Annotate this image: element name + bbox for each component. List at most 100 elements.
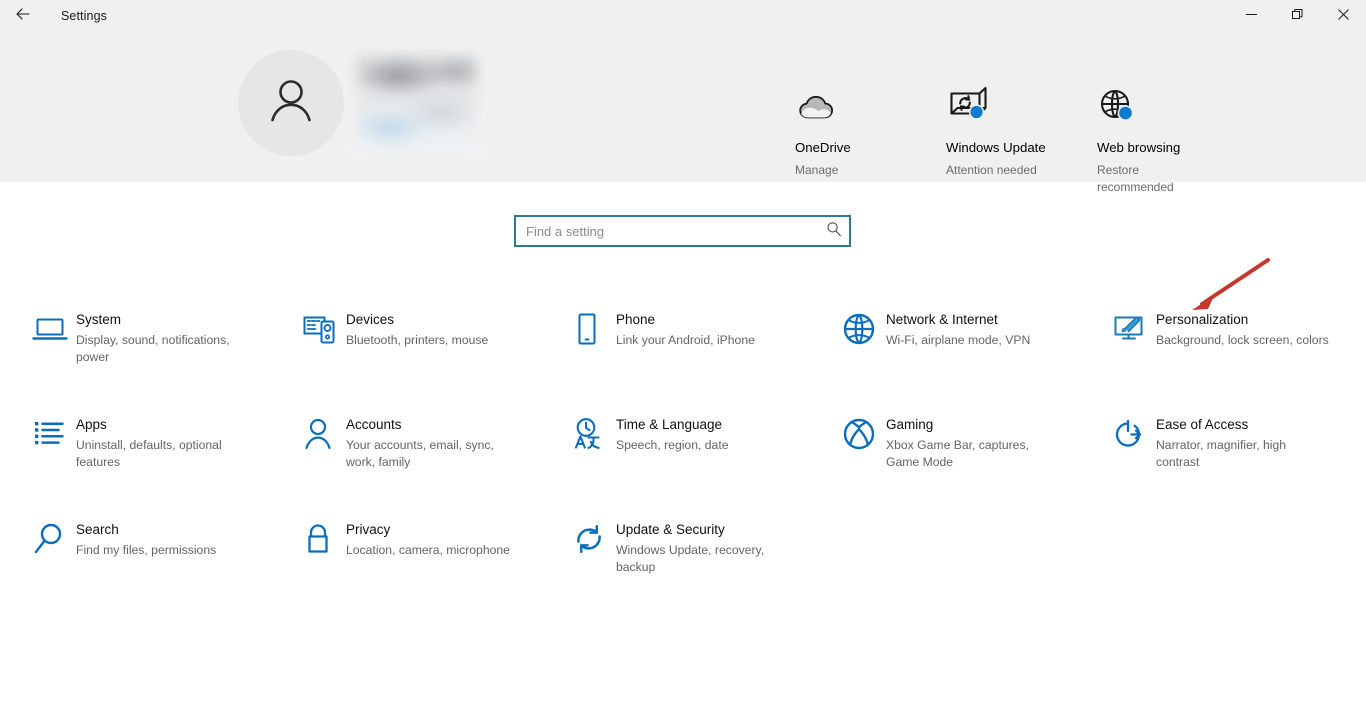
settings-tile-apps[interactable]: Apps Uninstall, defaults, optional featu… [30,410,300,515]
tile-text: Phone Link your Android, iPhone [616,309,755,349]
search-icon [826,221,842,242]
minimize-button[interactable] [1228,0,1274,32]
quick-action-status: Attention needed [946,163,1037,177]
tile-title: Network & Internet [886,312,998,327]
settings-grid: System Display, sound, notifications, po… [30,305,1350,620]
settings-tile-gaming[interactable]: Gaming Xbox Game Bar, captures, Game Mod… [840,410,1110,515]
tile-text: Privacy Location, camera, microphone [346,519,510,559]
tile-text: System Display, sound, notifications, po… [76,309,251,366]
close-icon [1337,7,1349,25]
title-bar: Settings [0,0,1366,32]
quick-action-status: Restore recommended [1097,163,1174,194]
tile-title: Gaming [886,417,934,432]
back-arrow-icon [14,5,32,28]
tile-description: Speech, region, date [616,438,729,452]
ease-of-access-icon [1110,414,1156,454]
tile-description: Display, sound, notifications, power [76,333,230,364]
gaming-xbox-icon [840,414,886,454]
tile-description: Windows Update, recovery, backup [616,543,765,574]
minimize-icon [1245,7,1257,25]
accounts-person-icon [300,414,346,454]
network-globe-icon [840,309,886,349]
tile-title: Personalization [1156,312,1249,327]
tile-text: Network & Internet Wi-Fi, airplane mode,… [886,309,1030,349]
system-laptop-icon [30,309,76,349]
settings-tile-personalization[interactable]: Personalization Background, lock screen,… [1110,305,1366,410]
search-input[interactable] [516,223,819,239]
tile-text: Devices Bluetooth, printers, mouse [346,309,488,349]
quick-action-onedrive[interactable]: OneDrive Manage [795,87,946,196]
tile-description: Xbox Game Bar, captures, Game Mode [886,438,1029,469]
tile-title: Ease of Access [1156,417,1249,432]
quick-action-title: OneDrive [795,140,851,155]
settings-tile-phone[interactable]: Phone Link your Android, iPhone [570,305,840,410]
account-block[interactable] [238,50,477,156]
window-title: Settings [61,9,107,23]
tile-description: Your accounts, email, sync, work, family [346,438,494,469]
back-button[interactable] [0,0,46,32]
privacy-lock-icon [300,519,346,559]
settings-tile-search[interactable]: Search Find my files, permissions [30,515,300,620]
quick-action-title: Windows Update [946,140,1046,155]
tile-description: Find my files, permissions [76,543,217,557]
search-area [514,215,851,247]
restore-icon [1291,7,1303,25]
tile-description: Uninstall, defaults, optional features [76,438,222,469]
tile-description: Link your Android, iPhone [616,333,755,347]
tile-title: Apps [76,417,107,432]
tile-title: Time & Language [616,417,723,432]
tile-title: Phone [616,312,656,327]
settings-tile-accounts[interactable]: Accounts Your accounts, email, sync, wor… [300,410,570,515]
tile-text: Accounts Your accounts, email, sync, wor… [346,414,521,471]
quick-action-web-browsing[interactable]: Web browsing Restore recommended [1097,87,1248,196]
tile-text: Personalization Background, lock screen,… [1156,309,1329,349]
update-security-icon [570,519,616,559]
search-magnifier-icon [30,519,76,559]
tile-text: Gaming Xbox Game Bar, captures, Game Mod… [886,414,1061,471]
settings-tile-system[interactable]: System Display, sound, notifications, po… [30,305,300,410]
tile-description: Location, camera, microphone [346,543,510,557]
tile-description: Bluetooth, printers, mouse [346,333,489,347]
tile-title: Devices [346,312,395,327]
restore-button[interactable] [1274,0,1320,32]
account-name-redacted [357,55,477,149]
status-badge [970,105,983,119]
time-language-icon [570,414,616,454]
tile-description: Wi-Fi, airplane mode, VPN [886,333,1031,347]
tile-text: Ease of Access Narrator, magnifier, high… [1156,414,1331,471]
settings-tile-ease-of-access[interactable]: Ease of Access Narrator, magnifier, high… [1110,410,1366,515]
tile-text: Apps Uninstall, defaults, optional featu… [76,414,251,471]
tile-title: Accounts [346,417,402,432]
quick-action-windows-update[interactable]: Windows Update Attention needed [946,87,1097,196]
quick-action-status: Manage [795,163,839,177]
tile-title: Search [76,522,119,537]
person-avatar-icon [263,73,319,134]
settings-tile-update-security[interactable]: Update & Security Windows Update, recove… [570,515,840,620]
web-browsing-globe-icon [1097,87,1143,127]
settings-tile-privacy[interactable]: Privacy Location, camera, microphone [300,515,570,620]
settings-tile-devices[interactable]: Devices Bluetooth, printers, mouse [300,305,570,410]
settings-tile-network-internet[interactable]: Network & Internet Wi-Fi, airplane mode,… [840,305,1110,410]
apps-list-icon [30,414,76,454]
phone-icon [570,309,616,349]
tile-text: Search Find my files, permissions [76,519,216,559]
account-header-band: OneDrive Manage Windows Update Attention… [0,32,1366,194]
personalization-icon [1110,309,1156,349]
quick-action-title: Web browsing [1097,140,1181,155]
quick-actions: OneDrive Manage Windows Update Attention… [795,87,1248,196]
windows-update-icon [946,87,992,127]
settings-tile-time-language[interactable]: Time & Language Speech, region, date [570,410,840,515]
search-box[interactable] [514,215,851,247]
search-button[interactable] [819,217,849,245]
tile-title: Update & Security [616,522,725,537]
tile-text: Time & Language Speech, region, date [616,414,728,454]
tile-description: Narrator, magnifier, high contrast [1156,438,1287,469]
status-badge [1119,106,1132,120]
onedrive-cloud-icon [795,87,839,127]
tile-description: Background, lock screen, colors [1156,333,1329,347]
close-button[interactable] [1320,0,1366,32]
tile-title: System [76,312,122,327]
avatar[interactable] [238,50,344,156]
tile-text: Update & Security Windows Update, recove… [616,519,791,576]
tile-title: Privacy [346,522,391,537]
